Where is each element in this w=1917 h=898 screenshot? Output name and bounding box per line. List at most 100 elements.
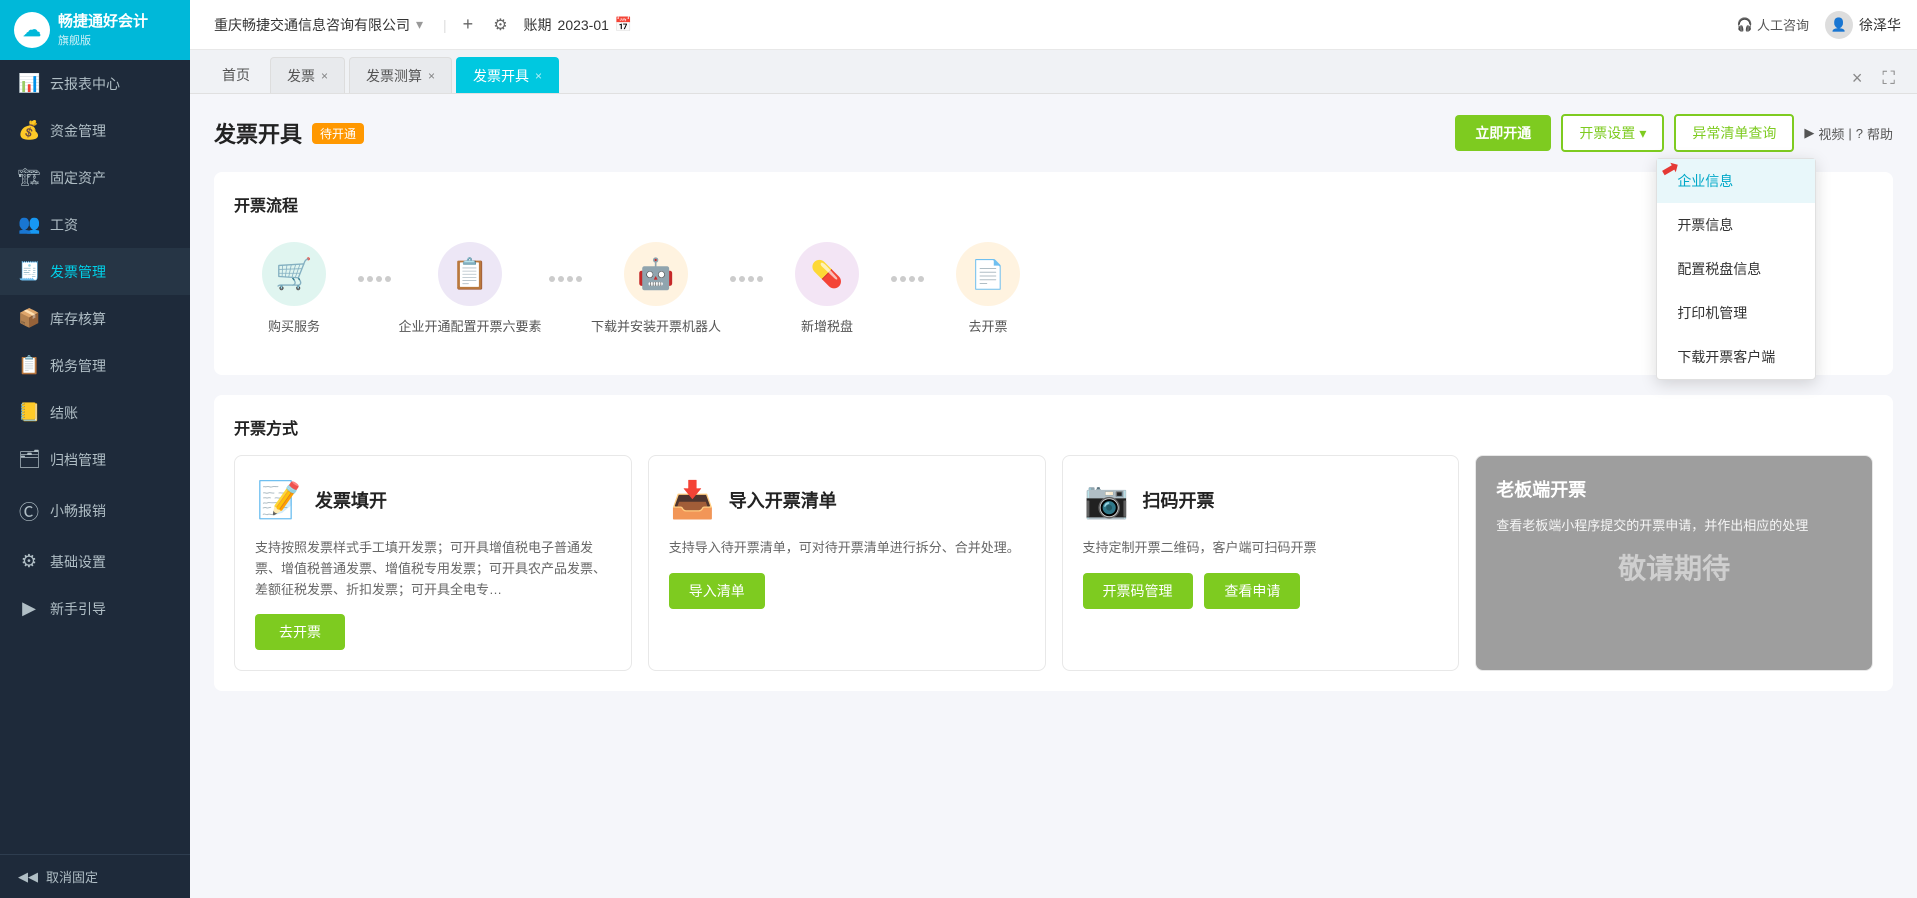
dropdown-printer-label: 打印机管理: [1677, 305, 1747, 321]
fill-go-button[interactable]: 去开票: [255, 614, 345, 650]
import-list-button[interactable]: 导入清单: [669, 573, 765, 609]
human-service-button[interactable]: 🎧 人工咨询: [1737, 15, 1809, 34]
settings-button[interactable]: 开票设置 ▾: [1561, 114, 1664, 152]
period-label: 账期: [524, 15, 552, 35]
tab-home[interactable]: 首页: [206, 57, 266, 93]
dot: [376, 276, 382, 282]
tab-fapiaosuanfa-close[interactable]: ×: [428, 69, 435, 83]
download-label: 下载并安装开票机器人: [591, 316, 721, 335]
xinshou-icon: ▶: [18, 598, 40, 619]
qr-manage-button[interactable]: 开票码管理: [1083, 573, 1193, 609]
activate-button[interactable]: 立即开通: [1455, 115, 1551, 151]
method-card-boss: 老板端开票 查看老板端小程序提交的开票申请，并作出相应的处理 敬请期待: [1475, 455, 1873, 671]
sidebar-label-gudingzichan: 固定资产: [50, 168, 106, 188]
cancel-pin-label: 取消固定: [46, 867, 98, 886]
period-info: 账期 2023-01 📅: [524, 15, 633, 35]
sidebar-bottom-cancel[interactable]: ◀◀ 取消固定: [0, 854, 190, 898]
view-apply-button[interactable]: 查看申请: [1204, 573, 1300, 609]
tab-close-button[interactable]: ×: [1846, 64, 1869, 93]
tab-expand-button[interactable]: ⛶: [1876, 64, 1901, 93]
sidebar-item-kucun[interactable]: 📦 库存核算: [0, 295, 190, 342]
tab-fapiaokaiju-close[interactable]: ×: [535, 69, 542, 83]
tab-fapiaokaiju-label: 发票开具: [473, 66, 529, 86]
fill-btn-area: 去开票: [255, 614, 611, 650]
abnormal-list-button[interactable]: 异常清单查询: [1674, 114, 1794, 152]
config-icon: 📋: [438, 242, 502, 306]
process-step-download: 🤖 下载并安装开票机器人: [586, 242, 726, 335]
dot: [567, 276, 573, 282]
tab-fapiao[interactable]: 发票 ×: [270, 57, 345, 93]
tab-fapiaokaiju[interactable]: 发票开具 ×: [456, 57, 559, 93]
buy-service-label: 购买服务: [268, 316, 320, 335]
company-selector[interactable]: 重庆畅捷交通信息咨询有限公司 ▾: [206, 11, 431, 39]
sidebar-item-zijin[interactable]: 💰 资金管理: [0, 107, 190, 154]
user-menu[interactable]: 👤 徐泽华: [1825, 11, 1901, 39]
process-flow: 🛒 购买服务 📋 企业开通配置开票六要素: [234, 232, 1873, 355]
header-actions: 立即开通 开票设置 ▾ 企业信息 开票信息: [1455, 114, 1893, 152]
method-card-fill: 📝 发票填开 支持按照发票样式手工填开发票；可开具增值税电子普通发票、增值税普通…: [234, 455, 632, 671]
dropdown-company-info-label: 企业信息: [1677, 173, 1733, 189]
tab-fapiaosuanfa[interactable]: 发票测算 ×: [349, 57, 452, 93]
process-title: 开票流程: [234, 192, 1873, 216]
sidebar-label-shuiwu: 税务管理: [50, 356, 106, 376]
cancel-pin-icon: ◀◀: [18, 869, 38, 885]
dropdown-item-company-info[interactable]: 企业信息: [1657, 159, 1815, 203]
xiaochangbaoxiao-icon: Ⓒ: [18, 496, 40, 525]
dropdown-download-label: 下载开票客户端: [1677, 349, 1775, 365]
sidebar-item-xiaochangbaoxiao[interactable]: Ⓒ 小畅报销: [0, 483, 190, 538]
dropdown-item-invoice-info[interactable]: 开票信息: [1657, 203, 1815, 247]
method-fill-header: 📝 发票填开: [255, 476, 611, 524]
sidebar-item-gudingzichan[interactable]: 🏗 固定资产: [0, 154, 190, 201]
dropdown-item-tax-disk[interactable]: 配置税盘信息: [1657, 247, 1815, 291]
taxdisk-label: 新增税盘: [801, 316, 853, 335]
zijin-icon: 💰: [18, 120, 40, 141]
fill-desc: 支持按照发票样式手工填开发票；可开具增值税电子普通发票、增值税普通发票、增值税专…: [255, 538, 611, 600]
logo-sub: 旗舰版: [58, 32, 148, 48]
sidebar-item-jichushezhi[interactable]: ⚙ 基础设置: [0, 538, 190, 585]
sidebar-item-shuiwu[interactable]: 📋 税务管理: [0, 342, 190, 389]
dropdown-item-download-client[interactable]: 下载开票客户端: [1657, 335, 1815, 379]
config-label: 企业开通配置开票六要素: [398, 316, 541, 335]
taxdisk-icon: 💊: [795, 242, 859, 306]
tab-fapiao-close[interactable]: ×: [321, 69, 328, 83]
page-title-area: 发票开具 待开通: [214, 117, 364, 149]
gudingzichan-icon: 🏗: [18, 167, 40, 188]
dot: [900, 276, 906, 282]
video-help-button[interactable]: ▶ 视频 | ? 帮助: [1804, 124, 1893, 143]
jiezhang-icon: 📒: [18, 402, 40, 423]
dot: [748, 276, 754, 282]
sidebar-label-yunbao: 云报表中心: [50, 74, 120, 94]
settings-btn-label: 开票设置: [1579, 123, 1635, 143]
scan-desc: 支持定制开票二维码，客户端可扫码开票: [1083, 538, 1439, 559]
sidebar-item-xinshou[interactable]: ▶ 新手引导: [0, 585, 190, 632]
method-boss-header: 老板端开票: [1496, 476, 1852, 502]
separator: |: [1848, 126, 1851, 141]
dot: [549, 276, 555, 282]
sidebar-item-jiezhang[interactable]: 📒 结账: [0, 389, 190, 436]
dot: [358, 276, 364, 282]
sidebar-item-yunbao[interactable]: 📊 云报表中心: [0, 60, 190, 107]
add-company-button[interactable]: +: [459, 10, 478, 39]
scan-title: 扫码开票: [1143, 487, 1215, 513]
company-dropdown-icon: ▾: [416, 16, 423, 33]
dot: [558, 276, 564, 282]
scan-icon: 📷: [1083, 476, 1131, 524]
period-value: 2023-01: [558, 17, 609, 33]
service-label: 人工咨询: [1757, 15, 1809, 34]
import-btn-area: 导入清单: [669, 573, 1025, 609]
settings-gear-icon[interactable]: ⚙: [489, 11, 511, 39]
invoice-icon: 📄: [956, 242, 1020, 306]
sidebar-item-guidang[interactable]: 🗂 归档管理: [0, 436, 190, 483]
sidebar-item-fapiao[interactable]: 🧾 发票管理: [0, 248, 190, 295]
dropdown-item-printer[interactable]: 打印机管理: [1657, 291, 1815, 335]
download-icon: 🤖: [624, 242, 688, 306]
sidebar-menu: 📊 云报表中心 💰 资金管理 🏗 固定资产 👥 工资 🧾 发票管理 📦 库存核算…: [0, 60, 190, 854]
jichushezhi-icon: ⚙: [18, 551, 40, 572]
sidebar-label-fapiao: 发票管理: [50, 262, 106, 282]
play-icon: ▶: [1804, 125, 1814, 141]
period-calendar-icon[interactable]: 📅: [615, 16, 632, 33]
sidebar-item-gongzi[interactable]: 👥 工资: [0, 201, 190, 248]
dropdown-invoice-info-label: 开票信息: [1677, 217, 1733, 233]
tab-controls: × ⛶: [1846, 64, 1901, 93]
method-card-import: 📥 导入开票清单 支持导入待开票清单，可对待开票清单进行拆分、合并处理。 导入清…: [648, 455, 1046, 671]
